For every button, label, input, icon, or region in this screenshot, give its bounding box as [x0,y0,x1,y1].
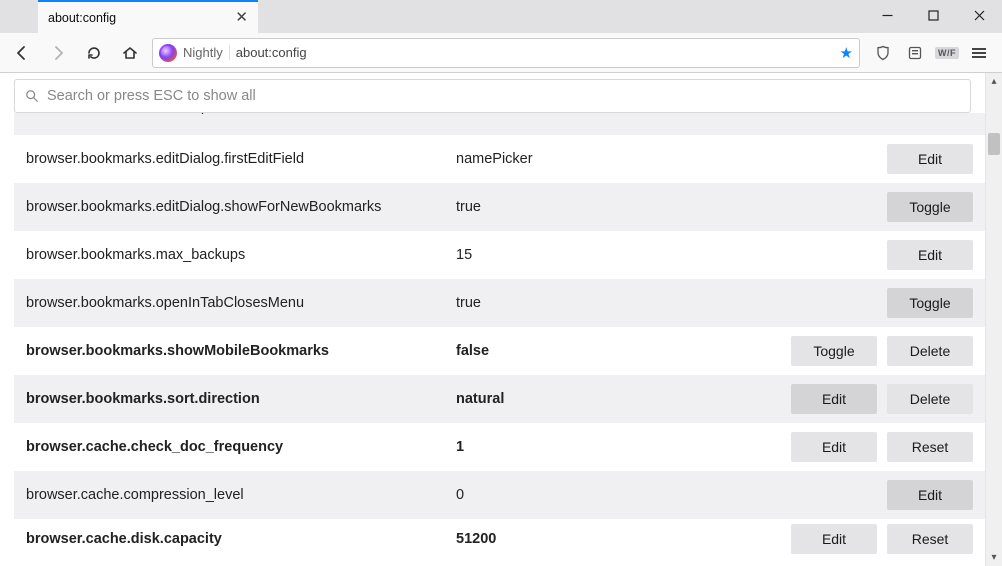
tab-close-icon[interactable]: ✕ [235,10,248,25]
scrollbar-thumb[interactable] [988,133,1000,155]
pref-row: browser.cache.check_doc_frequency1Edit Re… [14,423,985,471]
pref-value: 51200 [456,531,791,547]
forward-button [44,39,72,67]
pref-controls: Toggle [887,288,973,318]
window-controls [864,0,1002,30]
pref-controls: Edit Reset [791,432,973,462]
pref-controls: Toggle [887,192,973,222]
pref-value: true [456,199,887,215]
pref-value: natural [456,391,791,407]
navbar: Nightly about:config ★ W/F [0,33,1002,73]
pref-controls: Edit [887,240,973,270]
reset-button[interactable]: Reset [887,432,973,462]
pref-controls: Edit [887,144,973,174]
search-bar[interactable] [14,79,971,113]
pref-controls: Edit [887,480,973,510]
reset-button[interactable]: Reset [887,524,973,554]
pref-row: browser.cache.disk.capacity51200Edit Rese… [14,519,985,559]
pref-value: false [456,343,791,359]
search-icon [25,89,39,103]
delete-button[interactable]: Delete [887,384,973,414]
urlbar-address: about:config [236,45,834,60]
browser-window: about:config ✕ N [0,0,1002,566]
toggle-button[interactable]: Toggle [791,336,877,366]
hamburger-icon [972,46,986,60]
browser-tab[interactable]: about:config ✕ [38,0,258,33]
pref-name: browser.bookmarks.autoExportHTML [26,113,456,115]
pref-row: browser.bookmarks.max_backups15Edit [14,231,985,279]
reload-button[interactable] [80,39,108,67]
scrollbar-down-arrow-icon[interactable]: ▾ [986,549,1002,566]
pref-value: 15 [456,247,887,263]
pref-row: browser.bookmarks.sort.directionnaturalE… [14,375,985,423]
pref-rows: browser.bookmarks.autoExportHTMLfalseTog… [14,113,985,566]
pref-value: true [456,295,887,311]
pref-name: browser.bookmarks.showMobileBookmarks [26,343,456,359]
pref-controls: Edit Reset [791,524,973,554]
edit-button[interactable]: Edit [887,144,973,174]
pref-row: browser.bookmarks.showMobileBookmarksfal… [14,327,985,375]
edit-button[interactable]: Edit [887,480,973,510]
nightly-logo-icon [159,44,177,62]
pref-controls: Edit Delete [791,384,973,414]
wf-badge-label: W/F [935,47,959,59]
pref-name: browser.bookmarks.editDialog.firstEditFi… [26,151,456,167]
pref-row: browser.bookmarks.editDialog.firstEditFi… [14,135,985,183]
pref-value: false [456,113,887,115]
edit-button[interactable]: Edit [791,384,877,414]
back-button[interactable] [8,39,36,67]
toggle-button[interactable]: Toggle [887,192,973,222]
pref-name: browser.cache.compression_level [26,487,456,503]
bookmark-star-icon[interactable]: ★ [840,44,853,62]
pref-name: browser.cache.disk.capacity [26,531,456,547]
edit-button[interactable]: Edit [791,524,877,554]
pref-value: 1 [456,439,791,455]
pref-name: browser.bookmarks.sort.direction [26,391,456,407]
titlebar: about:config ✕ [0,0,1002,33]
vertical-scrollbar[interactable]: ▴ ▾ [985,73,1002,566]
edit-button[interactable]: Edit [791,432,877,462]
urlbar-context-label: Nightly [183,45,230,60]
pref-name: browser.bookmarks.max_backups [26,247,456,263]
pref-row: browser.cache.compression_level0Edit [14,471,985,519]
ublock-shield-icon[interactable] [872,42,894,64]
scrollbar-up-arrow-icon[interactable]: ▴ [986,73,1002,90]
window-minimize-button[interactable] [864,0,910,30]
content-area: browser.bookmarks.autoExportHTMLfalseTog… [0,73,1002,566]
toggle-button[interactable]: Toggle [887,288,973,318]
pref-name: browser.bookmarks.openInTabClosesMenu [26,295,456,311]
pref-name: browser.bookmarks.editDialog.showForNewB… [26,199,456,215]
pref-row: browser.bookmarks.autoExportHTMLfalseTog… [14,113,985,135]
edit-button[interactable]: Edit [887,240,973,270]
window-close-button[interactable] [956,0,1002,30]
pref-row: browser.bookmarks.openInTabClosesMenutru… [14,279,985,327]
pref-controls: Toggle Delete [791,336,973,366]
pref-row: browser.bookmarks.editDialog.showForNewB… [14,183,985,231]
home-button[interactable] [116,39,144,67]
wf-badge[interactable]: W/F [936,42,958,64]
about-config-page: browser.bookmarks.autoExportHTMLfalseTog… [0,73,985,566]
tab-title: about:config [48,11,235,25]
search-input[interactable] [47,88,960,104]
delete-button[interactable]: Delete [887,336,973,366]
url-bar[interactable]: Nightly about:config ★ [152,38,860,68]
app-menu-button[interactable] [968,42,990,64]
window-maximize-button[interactable] [910,0,956,30]
pref-value: 0 [456,487,887,503]
reader-view-icon[interactable] [904,42,926,64]
toolbar-icons: W/F [868,42,994,64]
pref-name: browser.cache.check_doc_frequency [26,439,456,455]
pref-value: namePicker [456,151,887,167]
